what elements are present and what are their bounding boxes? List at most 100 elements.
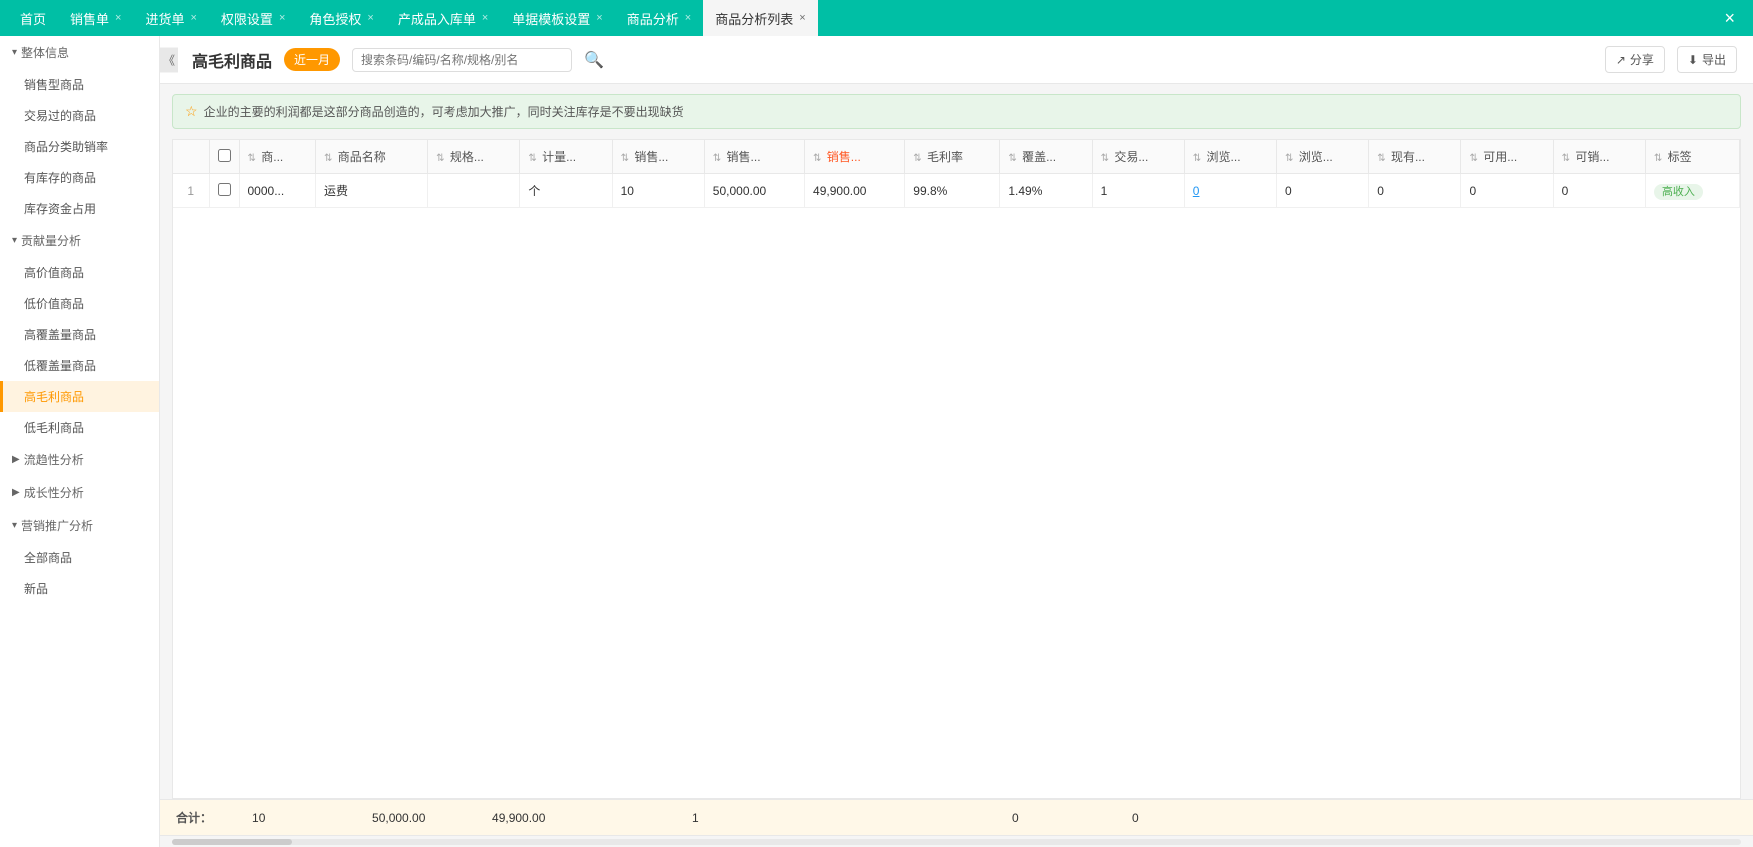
sidebar-group-marketing[interactable]: ▾ 营销推广分析 [0,509,159,542]
close-product-analysis-list-icon[interactable]: × [799,12,805,24]
footer-sales3: 49,900.00 [492,811,572,825]
col-sellable[interactable]: ⇅ 可销... [1553,140,1645,174]
sidebar-item-high-value[interactable]: 高价值商品 [0,257,159,288]
sidebar-item-high-coverage[interactable]: 高覆盖量商品 [0,319,159,350]
scrollbar-track[interactable] [172,839,1741,845]
nav-purchase-order[interactable]: 进货单 × [133,0,208,36]
info-banner: ☆ 企业的主要的利润都是这部分商品创造的，可考虑加大推广，同时关注库存是不要出现… [172,94,1741,129]
sidebar-item-low-value[interactable]: 低价值商品 [0,288,159,319]
footer-trade: 1 [692,811,772,825]
row-num: 1 [173,174,209,208]
filter-recent-month-button[interactable]: 近一月 [284,48,340,71]
col-sales2[interactable]: ⇅ 销售... [704,140,804,174]
col-browse1[interactable]: ⇅ 浏览... [1184,140,1276,174]
sort-icon-browse1: ⇅ [1193,153,1201,164]
sidebar-item-all-products[interactable]: 全部商品 [0,542,159,573]
close-product-inbound-icon[interactable]: × [482,12,488,24]
sort-icon-sales3: ⇅ [813,153,821,164]
footer-sales1: 10 [252,811,332,825]
close-template-icon[interactable]: × [596,12,602,24]
col-available[interactable]: ⇅ 可用... [1461,140,1553,174]
sidebar-item-new-products[interactable]: 新品 [0,573,159,604]
row-checkbox-cell[interactable] [209,174,239,208]
col-num [173,140,209,174]
sidebar-item-sales-products[interactable]: 销售型商品 [0,69,159,100]
search-input[interactable] [352,48,572,72]
col-current[interactable]: ⇅ 现有... [1369,140,1461,174]
window-close-button[interactable]: × [1714,8,1745,29]
nav-product-analysis[interactable]: 商品分析 × [615,0,703,36]
sort-icon-sales1: ⇅ [621,153,629,164]
col-sales3[interactable]: ⇅ 销售... [805,140,905,174]
sidebar-item-stock-fund[interactable]: 库存资金占用 [0,193,159,224]
sidebar-item-in-stock-products[interactable]: 有库存的商品 [0,162,159,193]
sidebar-collapse-button[interactable]: 《 [160,47,178,72]
sort-icon-sellable: ⇅ [1562,153,1570,164]
row-name: 运费 [315,174,427,208]
nav-product-inbound[interactable]: 产成品入库单 × [386,0,500,36]
close-product-analysis-icon[interactable]: × [685,12,691,24]
sidebar-group-contribution[interactable]: ▾ 贡献量分析 [0,224,159,257]
col-trade[interactable]: ⇅ 交易... [1092,140,1184,174]
sidebar-item-high-margin[interactable]: 高毛利商品 [0,381,159,412]
sort-icon-code: ⇅ [248,153,256,164]
row-sellable: 0 [1553,174,1645,208]
col-coverage[interactable]: ⇅ 覆盖... [1000,140,1092,174]
info-icon: ☆ [185,103,198,120]
row-spec [428,174,520,208]
data-table: ⇅ 商... ⇅ 商品名称 ⇅ 规格... ⇅ [173,140,1740,208]
export-button[interactable]: ⬇ 导出 [1677,46,1737,73]
sidebar-item-category-assist-rate[interactable]: 商品分类助销率 [0,131,159,162]
nav-home[interactable]: 首页 [8,0,58,36]
sidebar-item-low-margin[interactable]: 低毛利商品 [0,412,159,443]
row-current: 0 [1369,174,1461,208]
footer-available: 0 [1012,811,1092,825]
col-code[interactable]: ⇅ 商... [239,140,315,174]
close-role-auth-icon[interactable]: × [367,12,373,24]
sidebar-group-overall[interactable]: ▾ 整体信息 [0,36,159,69]
sidebar-item-traded-products[interactable]: 交易过的商品 [0,100,159,131]
row-checkbox[interactable] [218,183,231,196]
row-browse1[interactable]: 0 [1184,174,1276,208]
col-name[interactable]: ⇅ 商品名称 [315,140,427,174]
col-spec[interactable]: ⇅ 规格... [428,140,520,174]
nav-role-auth[interactable]: 角色授权 × [297,0,385,36]
sort-icon-tag: ⇅ [1654,153,1662,164]
table-header-row: ⇅ 商... ⇅ 商品名称 ⇅ 规格... ⇅ [173,140,1740,174]
col-tag[interactable]: ⇅ 标签 [1645,140,1739,174]
main-layout: ▾ 整体信息 销售型商品 交易过的商品 商品分类助销率 有库存的商品 库存资金占… [0,36,1753,847]
search-button[interactable]: 🔍 [584,50,604,70]
row-available: 0 [1461,174,1553,208]
select-all-checkbox[interactable] [218,149,231,162]
close-sales-order-icon[interactable]: × [115,12,121,24]
sort-icon-browse2: ⇅ [1285,153,1293,164]
footer-label: 合计： [176,809,212,826]
sort-icon-available: ⇅ [1469,153,1477,164]
col-unit[interactable]: ⇅ 计量... [520,140,612,174]
nav-sales-order[interactable]: 销售单 × [58,0,133,36]
nav-product-analysis-list[interactable]: 商品分析列表 × [703,0,817,36]
scrollbar-thumb[interactable] [172,839,292,845]
sidebar-group-trend[interactable]: ▶ 流趋性分析 [0,443,159,476]
sidebar-item-low-coverage[interactable]: 低覆盖量商品 [0,350,159,381]
close-permission-icon[interactable]: × [279,12,285,24]
sidebar-group-growth[interactable]: ▶ 成长性分析 [0,476,159,509]
nav-permission-settings[interactable]: 权限设置 × [209,0,297,36]
browse1-link[interactable]: 0 [1193,184,1200,198]
col-browse2[interactable]: ⇅ 浏览... [1277,140,1369,174]
top-navigation: 首页 销售单 × 进货单 × 权限设置 × 角色授权 × 产成品入库单 × 单据… [0,0,1753,36]
row-trade: 1 [1092,174,1184,208]
sort-icon-trade: ⇅ [1101,153,1109,164]
sort-icon-coverage: ⇅ [1008,153,1016,164]
chevron-right-icon-2: ▶ [12,487,20,498]
chevron-down-icon-2: ▾ [12,235,17,246]
sidebar: ▾ 整体信息 销售型商品 交易过的商品 商品分类助销率 有库存的商品 库存资金占… [0,36,160,847]
col-checkbox[interactable] [209,140,239,174]
col-gross-rate[interactable]: ⇅ 毛利率 [905,140,1000,174]
close-purchase-order-icon[interactable]: × [190,12,196,24]
share-button[interactable]: ↗ 分享 [1605,46,1665,73]
share-icon: ↗ [1616,53,1626,67]
nav-template-settings[interactable]: 单据模板设置 × [500,0,614,36]
horizontal-scrollbar[interactable] [160,835,1753,847]
col-sales1[interactable]: ⇅ 销售... [612,140,704,174]
